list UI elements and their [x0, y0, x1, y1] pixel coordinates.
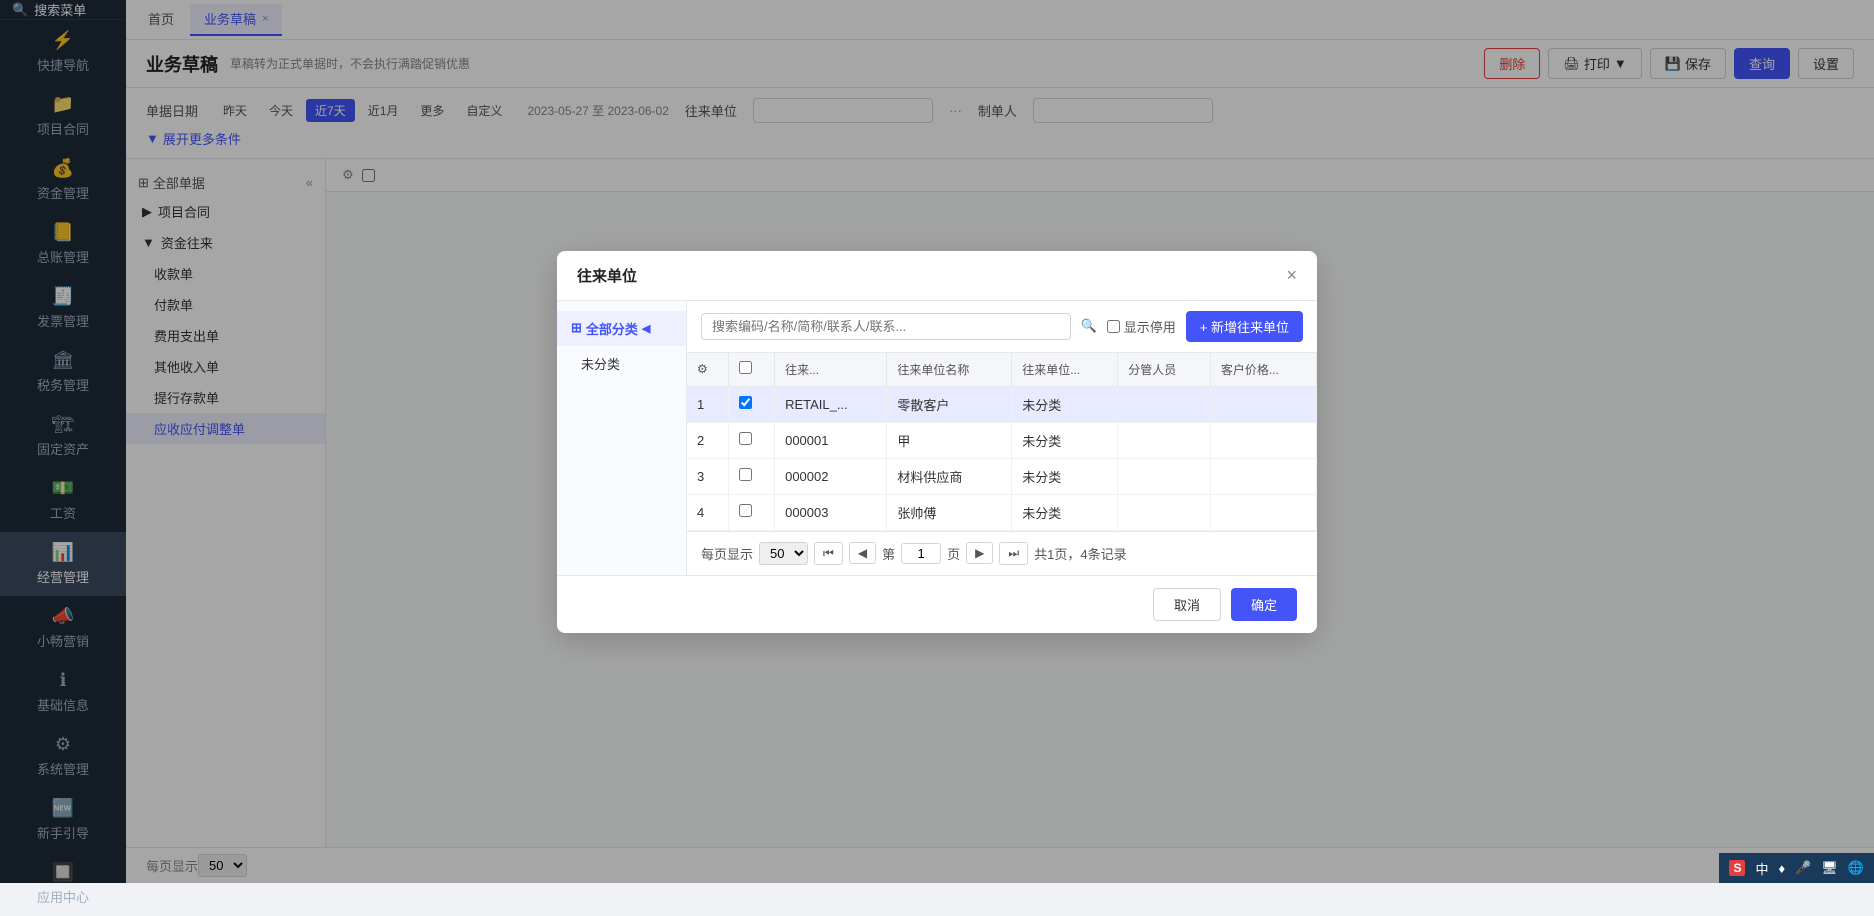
row-num: 2 [687, 422, 729, 458]
table-row[interactable]: 2 000001 甲 未分类 [687, 422, 1317, 458]
row-manager [1118, 458, 1211, 494]
per-page-label: 每页显示 [701, 544, 753, 563]
confirm-button[interactable]: 确定 [1231, 588, 1297, 621]
table-row[interactable]: 3 000002 材料供应商 未分类 [687, 458, 1317, 494]
total-label: 共1页，4条记录 [1034, 544, 1126, 563]
first-page-btn[interactable]: ⏮ [814, 542, 843, 565]
row-check[interactable] [729, 494, 775, 530]
row-check[interactable] [729, 422, 775, 458]
page-input[interactable] [901, 543, 941, 564]
dialog-sidebar-unclassified[interactable]: 未分类 [557, 346, 686, 381]
dialog-sidebar-all-category[interactable]: ⊞ 全部分类 ◀ [557, 311, 686, 346]
col-check[interactable] [729, 353, 775, 387]
dialog-overlay: 往来单位 × ⊞ 全部分类 ◀ 未分类 🔍 [0, 0, 1874, 883]
row-manager [1118, 422, 1211, 458]
cancel-button[interactable]: 取消 [1153, 588, 1221, 621]
s-logo: S [1729, 860, 1745, 876]
row-name: 材料供应商 [887, 458, 1012, 494]
row-num: 4 [687, 494, 729, 530]
page-unit: 页 [947, 544, 960, 563]
col-category: 往来单位... [1012, 353, 1118, 387]
row-code: 000002 [775, 458, 887, 494]
row-num: 3 [687, 458, 729, 494]
next-page-btn[interactable]: ▶ [966, 542, 993, 564]
table-select-all[interactable] [739, 361, 752, 374]
row-code: 000003 [775, 494, 887, 530]
page-label: 第 [882, 544, 895, 563]
row-name: 张帅傅 [887, 494, 1012, 530]
dialog-header: 往来单位 × [557, 251, 1317, 301]
sys-bar-network: 🌐 [1848, 860, 1864, 876]
table-row[interactable]: 1 RETAIL_... 零散客户 未分类 [687, 386, 1317, 422]
dialog-search-input[interactable] [701, 313, 1071, 340]
show-disabled-checkbox[interactable] [1107, 320, 1120, 333]
grid-small-icon: ⊞ [571, 320, 582, 336]
row-category: 未分类 [1012, 458, 1118, 494]
row-price [1210, 494, 1316, 530]
row-check[interactable] [729, 386, 775, 422]
col-manager: 分管人员 [1118, 353, 1211, 387]
dialog-close-button[interactable]: × [1286, 265, 1297, 286]
row-manager [1118, 494, 1211, 530]
sys-bar-monitor: 🖥 [1821, 860, 1838, 876]
col-name: 往来单位名称 [887, 353, 1012, 387]
add-new-btn[interactable]: + 新增往来单位 [1186, 311, 1303, 342]
dialog-body: ⊞ 全部分类 ◀ 未分类 🔍 显示停用 + 新增 [557, 301, 1317, 575]
sys-bar-diamond: ♦ [1778, 861, 1785, 876]
search-mag-icon: 🔍 [1081, 318, 1097, 334]
col-code: 往来... [775, 353, 887, 387]
dialog-table-wrap: ⚙ 往来... 往来单位名称 往来单位... 分管人员 客户价格... [687, 353, 1317, 531]
collapse-icon[interactable]: ◀ [642, 322, 650, 335]
row-category: 未分类 [1012, 422, 1118, 458]
row-code: 000001 [775, 422, 887, 458]
row-name: 零散客户 [887, 386, 1012, 422]
dialog-title: 往来单位 [577, 265, 637, 286]
dialog-footer: 取消 确定 [557, 575, 1317, 633]
prev-page-btn[interactable]: ◀ [849, 542, 876, 564]
dialog-pagination: 每页显示 50 ⏮ ◀ 第 页 ▶ ⏭ 共1页，4条记录 [687, 531, 1317, 575]
dialog-table: ⚙ 往来... 往来单位名称 往来单位... 分管人员 客户价格... [687, 353, 1317, 531]
row-num: 1 [687, 386, 729, 422]
row-price [1210, 422, 1316, 458]
sys-bar-mic: 🎤 [1795, 860, 1811, 876]
row-price [1210, 386, 1316, 422]
counterparty-dialog: 往来单位 × ⊞ 全部分类 ◀ 未分类 🔍 [557, 251, 1317, 633]
col-settings[interactable]: ⚙ [687, 353, 729, 387]
dialog-sidebar: ⊞ 全部分类 ◀ 未分类 [557, 301, 687, 575]
last-page-btn[interactable]: ⏭ [999, 542, 1028, 565]
sidebar-item-label: 应用中心 [37, 887, 89, 906]
row-price [1210, 458, 1316, 494]
show-disabled-label[interactable]: 显示停用 [1107, 317, 1176, 336]
per-page-select[interactable]: 50 [759, 542, 808, 565]
system-bar: S 中 ♦ 🎤 🖥 🌐 [1719, 853, 1874, 883]
row-check[interactable] [729, 458, 775, 494]
row-manager [1118, 386, 1211, 422]
row-category: 未分类 [1012, 494, 1118, 530]
row-code: RETAIL_... [775, 386, 887, 422]
dialog-main: 🔍 显示停用 + 新增往来单位 ⚙ 往来... [687, 301, 1317, 575]
dialog-search-bar: 🔍 显示停用 + 新增往来单位 [687, 301, 1317, 353]
col-price: 客户价格... [1210, 353, 1316, 387]
row-name: 甲 [887, 422, 1012, 458]
sys-bar-zh: 中 [1755, 859, 1768, 878]
row-category: 未分类 [1012, 386, 1118, 422]
table-row[interactable]: 4 000003 张帅傅 未分类 [687, 494, 1317, 530]
